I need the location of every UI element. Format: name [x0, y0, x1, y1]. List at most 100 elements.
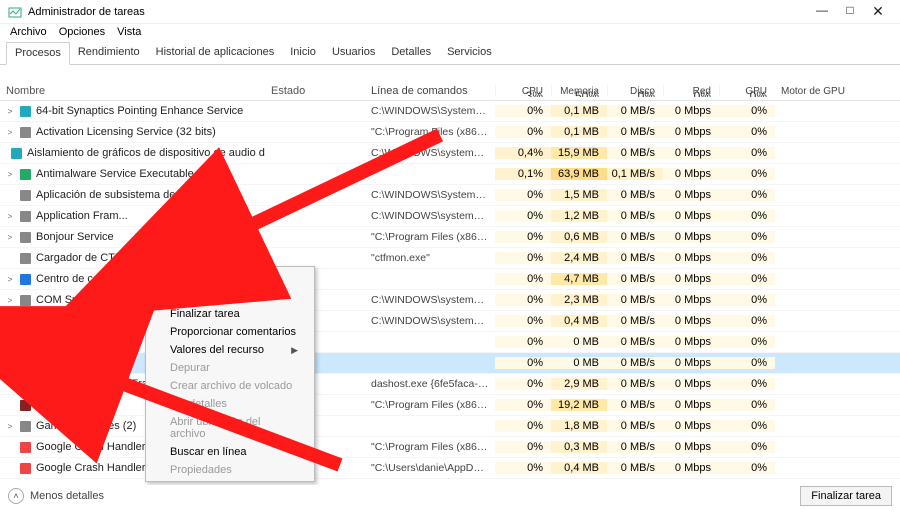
mem-cell: 0,1 MB	[551, 105, 607, 117]
table-row[interactable]: >Application Fram...C:\WINDOWS\system32\…	[0, 206, 900, 227]
col-disk[interactable]: 0%Disco	[607, 85, 663, 97]
tab-rendimiento[interactable]: Rendimiento	[70, 42, 148, 64]
gpu-cell: 0%	[719, 210, 775, 222]
table-row[interactable]: >Cortana🍃0%0 MB0 MB/s0 Mbps0%	[0, 353, 900, 374]
table-row[interactable]: Device Association Framework Provider Ho…	[0, 374, 900, 395]
mi-valores[interactable]: Valores del recurso▶	[148, 341, 312, 359]
table-row[interactable]: Google Crash Handler"C:\Users\danie\AppD…	[0, 458, 900, 479]
table-row[interactable]: >Configuración🍃0%0 MB0 MB/s0 Mbps0%	[0, 332, 900, 353]
mem-cell: 19,2 MB	[551, 399, 607, 411]
net-cell: 0 Mbps	[663, 231, 719, 243]
mem-cell: 0,4 MB	[551, 462, 607, 474]
expand-icon[interactable]: >	[6, 338, 14, 347]
disk-cell: 0 MB/s	[607, 336, 663, 348]
process-icon	[18, 419, 32, 433]
menu-options[interactable]: Opciones	[59, 26, 105, 38]
expand-icon[interactable]: >	[6, 107, 14, 116]
net-cell: 0 Mbps	[663, 147, 719, 159]
process-name: COM Surrogate	[36, 315, 113, 327]
tab-servicios[interactable]: Servicios	[439, 42, 500, 64]
expand-icon[interactable]: >	[6, 296, 14, 305]
tab-detalles[interactable]: Detalles	[383, 42, 439, 64]
cpu-cell: 0%	[495, 189, 551, 201]
expand-icon[interactable]: >	[6, 359, 14, 368]
tab-historial[interactable]: Historial de aplicaciones	[148, 42, 283, 64]
table-row[interactable]: >Bonjour Service"C:\Program Files (x86)\…	[0, 227, 900, 248]
close-button[interactable]: ✕	[864, 3, 892, 20]
cmd-cell: "C:\Program Files (x86)\Google\...	[365, 441, 495, 453]
tabbar: Procesos Rendimiento Historial de aplica…	[0, 42, 900, 65]
table-row[interactable]: Cargador de CTF"ctfmon.exe"0%2,4 MB0 MB/…	[0, 248, 900, 269]
maximize-button[interactable]: □	[836, 3, 864, 20]
expand-icon[interactable]: >	[6, 275, 14, 284]
table-row[interactable]: >Antimalware Service Executable0,1%63,9 …	[0, 164, 900, 185]
gpu-cell: 0%	[719, 399, 775, 411]
gpu-cell: 0%	[719, 231, 775, 243]
table-row[interactable]: Dragon Center"C:\Program Files (x86)\MSI…	[0, 395, 900, 416]
mi-expandir[interactable]: Expandir	[148, 269, 312, 287]
disk-cell: 0 MB/s	[607, 105, 663, 117]
col-mem[interactable]: 50%Memoria	[551, 85, 607, 97]
net-cell: 0 Mbps	[663, 336, 719, 348]
end-task-button[interactable]: Finalizar tarea	[800, 486, 892, 506]
mi-finalizar[interactable]: Finalizar tarea	[148, 305, 312, 323]
expand-icon[interactable]: >	[6, 317, 14, 326]
expand-icon[interactable]: >	[6, 422, 14, 431]
gpu-cell: 0%	[719, 126, 775, 138]
minimize-button[interactable]: —	[808, 3, 836, 20]
gpu-cell: 0%	[719, 336, 775, 348]
disk-cell: 0 MB/s	[607, 189, 663, 201]
col-net[interactable]: 0%Red	[663, 85, 719, 97]
process-icon	[18, 335, 32, 349]
tab-procesos[interactable]: Procesos	[6, 42, 70, 65]
expand-icon[interactable]: >	[6, 212, 14, 221]
menu-view[interactable]: Vista	[117, 26, 141, 38]
expand-icon[interactable]: >	[6, 233, 14, 242]
menu-file[interactable]: Archivo	[10, 26, 47, 38]
menubar: Archivo Opciones Vista	[0, 24, 900, 42]
process-icon	[18, 314, 32, 328]
table-row[interactable]: >Centro de coman0%4,7 MB0 MB/s0 Mbps0%	[0, 269, 900, 290]
mem-cell: 0 MB	[551, 336, 607, 348]
cpu-cell: 0%	[495, 210, 551, 222]
fewer-details[interactable]: ˄ Menos detalles	[8, 488, 104, 504]
table-row[interactable]: Google Crash Handler"C:\Program Files (x…	[0, 437, 900, 458]
process-icon	[18, 356, 32, 370]
tab-usuarios[interactable]: Usuarios	[324, 42, 383, 64]
table-row[interactable]: >COM SurrogateC:\WINDOWS\system32\DllHos…	[0, 311, 900, 332]
net-cell: 0 Mbps	[663, 252, 719, 264]
process-icon	[18, 440, 32, 454]
chevron-right-icon: ▶	[291, 345, 298, 356]
table-row[interactable]: >COM SurrogateC:\WINDOWS\system32\DllHos…	[0, 290, 900, 311]
col-gpu-engine[interactable]: Motor de GPU	[775, 85, 865, 97]
col-name[interactable]: Nombre	[0, 85, 265, 97]
table-row[interactable]: >Gaming Services (2)0%1,8 MB0 MB/s0 Mbps…	[0, 416, 900, 437]
net-cell: 0 Mbps	[663, 273, 719, 285]
col-gpu[interactable]: 0%GPU	[719, 85, 775, 97]
cpu-cell: 0%	[495, 273, 551, 285]
mi-buscar[interactable]: Buscar en línea	[148, 443, 312, 461]
cpu-cell: 0%	[495, 315, 551, 327]
tab-inicio[interactable]: Inicio	[282, 42, 324, 64]
mi-ubicacion: Abrir ubicación del archivo	[148, 413, 312, 443]
col-cpu[interactable]: 3%CPU	[495, 85, 551, 97]
mem-cell: 2,9 MB	[551, 378, 607, 390]
process-icon	[18, 230, 32, 244]
table-row[interactable]: >Activation Licensing Service (32 bits)"…	[0, 122, 900, 143]
col-status[interactable]: Estado	[265, 85, 365, 97]
footer: ˄ Menos detalles Finalizar tarea	[8, 486, 892, 506]
disk-cell: 0 MB/s	[607, 294, 663, 306]
cpu-cell: 0%	[495, 399, 551, 411]
expand-icon[interactable]: >	[6, 170, 14, 179]
col-cmd[interactable]: Línea de comandos	[365, 85, 495, 97]
table-row[interactable]: Aplicación de subsistema de ...C:\WINDOW…	[0, 185, 900, 206]
mi-cambiar: Cambiar a	[148, 287, 312, 305]
disk-cell: 0 MB/s	[607, 231, 663, 243]
column-headers: Nombre Estado Línea de comandos 3%CPU 50…	[0, 65, 900, 101]
mem-cell: 1,2 MB	[551, 210, 607, 222]
mi-comentarios[interactable]: Proporcionar comentarios	[148, 323, 312, 341]
mem-cell: 4,7 MB	[551, 273, 607, 285]
table-row[interactable]: Aislamiento de gráficos de dispositivo d…	[0, 143, 900, 164]
expand-icon[interactable]: >	[6, 128, 14, 137]
table-row[interactable]: >64-bit Synaptics Pointing Enhance Servi…	[0, 101, 900, 122]
